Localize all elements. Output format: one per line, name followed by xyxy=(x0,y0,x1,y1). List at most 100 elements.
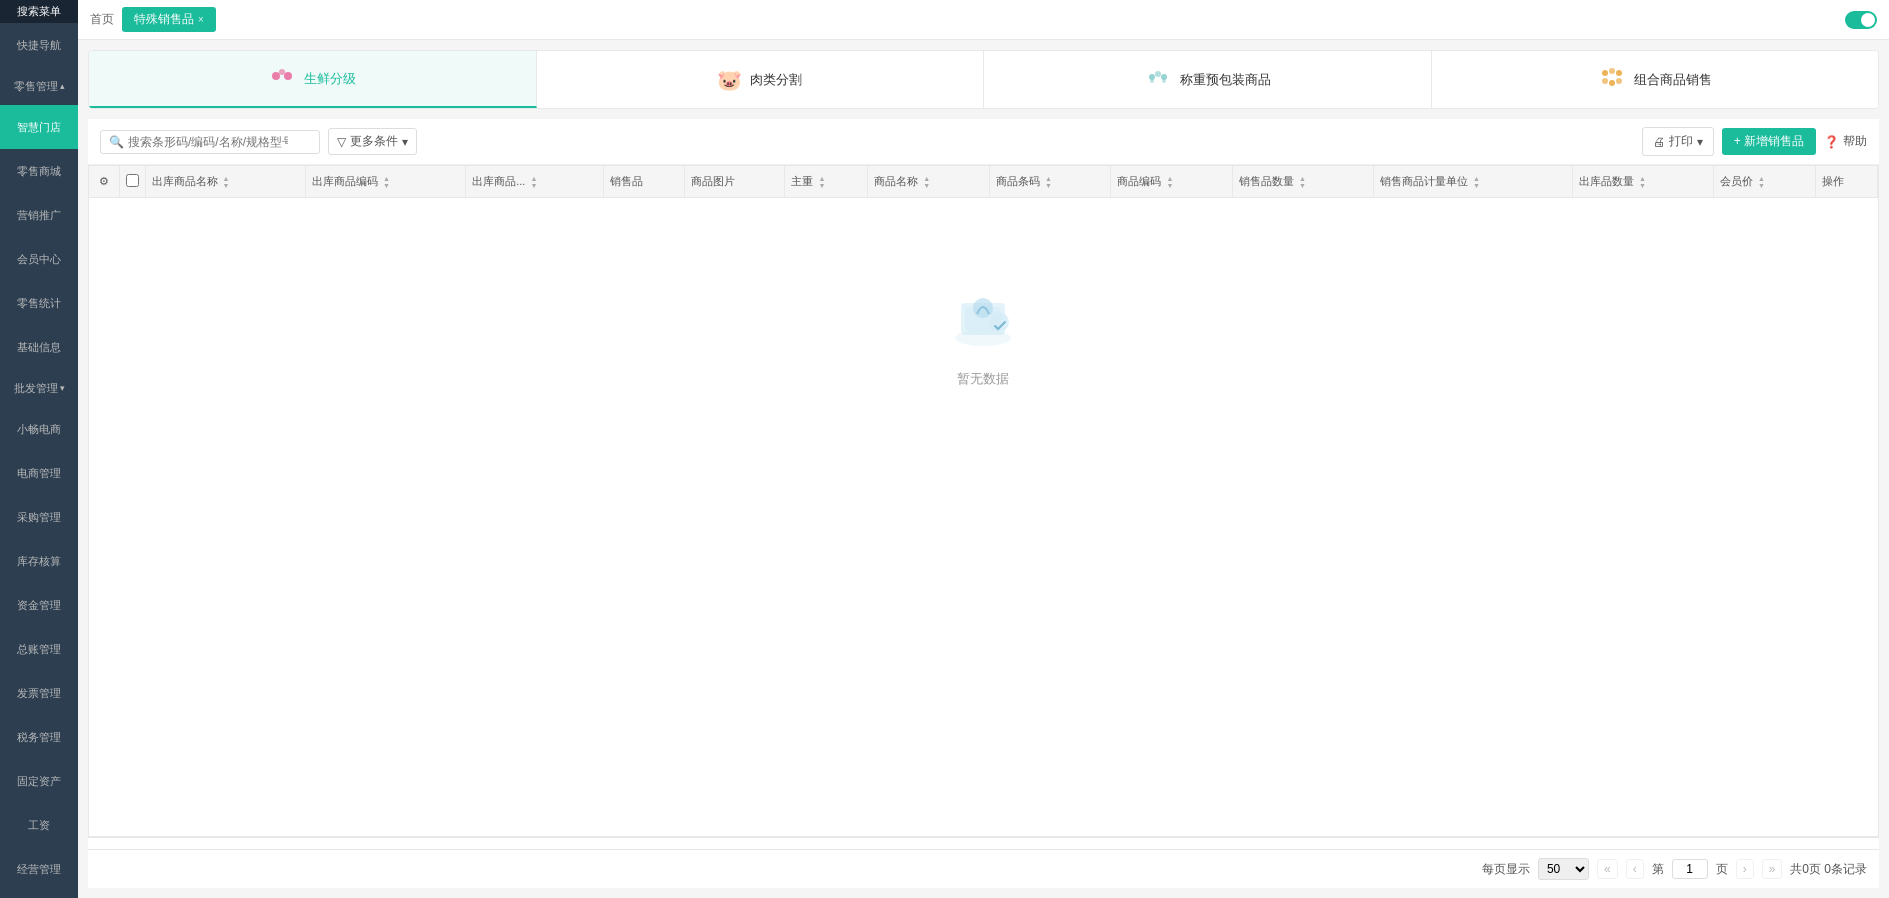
select-all-checkbox[interactable] xyxy=(126,174,139,187)
sidebar-item-capital-mgmt[interactable]: 资金管理 xyxy=(0,583,78,627)
filter-button[interactable]: ▽ 更多条件 ▾ xyxy=(328,128,417,155)
svg-point-13 xyxy=(1616,78,1622,84)
sidebar-item-basic-info[interactable]: 基础信息 xyxy=(0,325,78,369)
search-input[interactable] xyxy=(128,135,288,149)
th-out-product-name[interactable]: 出库商品名称 ▲▼ xyxy=(145,166,305,198)
purchase-mgmt-label: 采购管理 xyxy=(17,510,61,525)
first-page-button[interactable]: « xyxy=(1597,859,1618,879)
retail-mgmt-label: 零售管理 xyxy=(14,79,58,94)
tab-meat-cut[interactable]: 🐷 肉类分割 xyxy=(537,51,985,108)
member-center-label: 会员中心 xyxy=(17,252,61,267)
sidebar-logo[interactable]: 搜索菜单 xyxy=(0,0,78,23)
search-box[interactable]: 🔍 xyxy=(100,130,320,154)
th-settings[interactable]: ⚙ xyxy=(89,166,119,198)
table-header-row: ⚙ 出库商品名称 ▲▼ 出库商品编码 ▲▼ xyxy=(89,166,1878,198)
per-page-select[interactable]: 10 20 50 100 xyxy=(1538,858,1589,880)
sidebar-item-member-center[interactable]: 会员中心 xyxy=(0,237,78,281)
sidebar-item-ecom-mgmt[interactable]: 电商管理 xyxy=(0,451,78,495)
tab-weight-pkg-label: 称重预包装商品 xyxy=(1180,71,1271,89)
sidebar-item-purchase-mgmt[interactable]: 采购管理 xyxy=(0,495,78,539)
sidebar-item-wholesale-mgmt[interactable]: 批发管理 ▾ xyxy=(0,369,78,407)
smart-store-label: 智慧门店 xyxy=(17,120,61,135)
sidebar-item-retail-stats[interactable]: 零售统计 xyxy=(0,281,78,325)
th-sales-qty[interactable]: 销售品数量 ▲▼ xyxy=(1232,166,1373,198)
table-body: 暂无数据 xyxy=(89,198,1878,469)
sidebar-item-general-ledger[interactable]: 总账管理 xyxy=(0,627,78,671)
sidebar-item-fixed-assets[interactable]: 固定资产 xyxy=(0,759,78,803)
sidebar-item-ops-mgmt[interactable]: 经营管理 xyxy=(0,847,78,891)
last-page-button[interactable]: » xyxy=(1762,859,1783,879)
close-tab-icon[interactable]: × xyxy=(198,14,204,25)
quick-nav-label: 快捷导航 xyxy=(17,38,61,53)
th-out-product-x[interactable]: 出库商品... ▲▼ xyxy=(466,166,604,198)
sidebar-item-mini-ecom[interactable]: 小畅电商 xyxy=(0,407,78,451)
help-button[interactable]: ❓ 帮助 xyxy=(1824,133,1867,150)
print-button[interactable]: 🖨 打印 ▾ xyxy=(1642,127,1714,156)
first-page-icon: « xyxy=(1604,862,1611,876)
sort-product-code[interactable]: ▲▼ xyxy=(1166,175,1173,189)
th-sales-product: 销售品 xyxy=(603,166,684,198)
mini-ecom-label: 小畅电商 xyxy=(17,422,61,437)
data-table: ⚙ 出库商品名称 ▲▼ 出库商品编码 ▲▼ xyxy=(89,166,1878,468)
sidebar-item-invoice-mgmt[interactable]: 发票管理 xyxy=(0,671,78,715)
sidebar-item-tax-mgmt[interactable]: 税务管理 xyxy=(0,715,78,759)
th-product-name[interactable]: 商品名称 ▲▼ xyxy=(868,166,990,198)
sidebar-item-inventory[interactable]: 库存核算 xyxy=(0,539,78,583)
sort-sales-unit[interactable]: ▲▼ xyxy=(1473,175,1480,189)
th-out-product-name-label: 出库商品名称 xyxy=(152,175,218,187)
pagination-bar: 每页显示 10 20 50 100 « ‹ 第 页 › » 共0页 0条记录 xyxy=(88,849,1879,888)
th-product-image: 商品图片 xyxy=(684,166,784,198)
sort-out-product-name[interactable]: ▲▼ xyxy=(223,175,230,189)
topbar: 首页 特殊销售品 × xyxy=(78,0,1889,40)
empty-text: 暂无数据 xyxy=(957,370,1009,388)
sort-out-qty[interactable]: ▲▼ xyxy=(1639,175,1646,189)
sidebar-item-sales-promo[interactable]: 营销推广 xyxy=(0,193,78,237)
sidebar: 搜索菜单 快捷导航 零售管理 ▴ 智慧门店 零售商城 营销推广 会员中心 零售统… xyxy=(0,0,78,898)
th-product-barcode[interactable]: 商品条码 ▲▼ xyxy=(989,166,1111,198)
prev-page-icon: ‹ xyxy=(1633,862,1637,876)
category-tabs: 生鲜分级 🐷 肉类分割 称重预包装商品 xyxy=(88,50,1879,109)
th-checkbox[interactable] xyxy=(119,166,145,198)
sales-promo-label: 营销推广 xyxy=(17,208,61,223)
active-tab[interactable]: 特殊销售品 × xyxy=(122,7,216,32)
svg-point-2 xyxy=(284,72,292,80)
tab-combo-sales[interactable]: 组合商品销售 xyxy=(1432,51,1879,108)
tab-weight-pkg[interactable]: 称重预包装商品 xyxy=(984,51,1432,108)
svg-point-12 xyxy=(1609,80,1615,86)
retail-stats-label: 零售统计 xyxy=(17,296,61,311)
sort-product-name[interactable]: ▲▼ xyxy=(923,175,930,189)
sort-main-weight[interactable]: ▲▼ xyxy=(818,175,825,189)
th-out-product-x-label: 出库商品... xyxy=(472,175,525,187)
prev-page-button[interactable]: ‹ xyxy=(1626,859,1644,879)
sort-member-price[interactable]: ▲▼ xyxy=(1758,175,1765,189)
empty-state: 暂无数据 xyxy=(89,198,1878,468)
ecom-mgmt-label: 电商管理 xyxy=(17,466,61,481)
next-page-button[interactable]: › xyxy=(1736,859,1754,879)
th-main-weight[interactable]: 主重 ▲▼ xyxy=(785,166,868,198)
sidebar-item-basic-info2[interactable]: 基础信息 xyxy=(0,891,78,898)
th-out-qty[interactable]: 出库品数量 ▲▼ xyxy=(1573,166,1714,198)
sort-product-barcode[interactable]: ▲▼ xyxy=(1045,175,1052,189)
th-product-code[interactable]: 商品编码 ▲▼ xyxy=(1111,166,1233,198)
sidebar-item-retail-mgmt[interactable]: 零售管理 ▴ xyxy=(0,67,78,105)
sort-out-product-x[interactable]: ▲▼ xyxy=(530,175,537,189)
th-operation: 操作 xyxy=(1816,166,1878,198)
th-sales-qty-label: 销售品数量 xyxy=(1239,175,1294,187)
th-member-price[interactable]: 会员价 ▲▼ xyxy=(1714,166,1816,198)
toggle-switch[interactable] xyxy=(1845,11,1877,29)
sidebar-item-retail-mall[interactable]: 零售商城 xyxy=(0,149,78,193)
sidebar-item-payroll[interactable]: 工资 xyxy=(0,803,78,847)
add-sales-button[interactable]: + 新增销售品 xyxy=(1722,128,1816,155)
sidebar-item-smart-store[interactable]: 智慧门店 xyxy=(0,105,78,149)
page-number-input[interactable] xyxy=(1672,859,1708,879)
help-icon: ❓ xyxy=(1824,135,1839,149)
sort-sales-qty[interactable]: ▲▼ xyxy=(1299,175,1306,189)
horizontal-scrollbar[interactable] xyxy=(88,837,1879,849)
home-link[interactable]: 首页 xyxy=(90,11,114,28)
th-sales-unit[interactable]: 销售商品计量单位 ▲▼ xyxy=(1373,166,1572,198)
tab-fresh-grade[interactable]: 生鲜分级 xyxy=(89,51,537,108)
sidebar-item-quick-nav[interactable]: 快捷导航 xyxy=(0,23,78,67)
filter-label: 更多条件 xyxy=(350,133,398,150)
th-out-product-code[interactable]: 出库商品编码 ▲▼ xyxy=(305,166,465,198)
sort-out-product-code[interactable]: ▲▼ xyxy=(383,175,390,189)
